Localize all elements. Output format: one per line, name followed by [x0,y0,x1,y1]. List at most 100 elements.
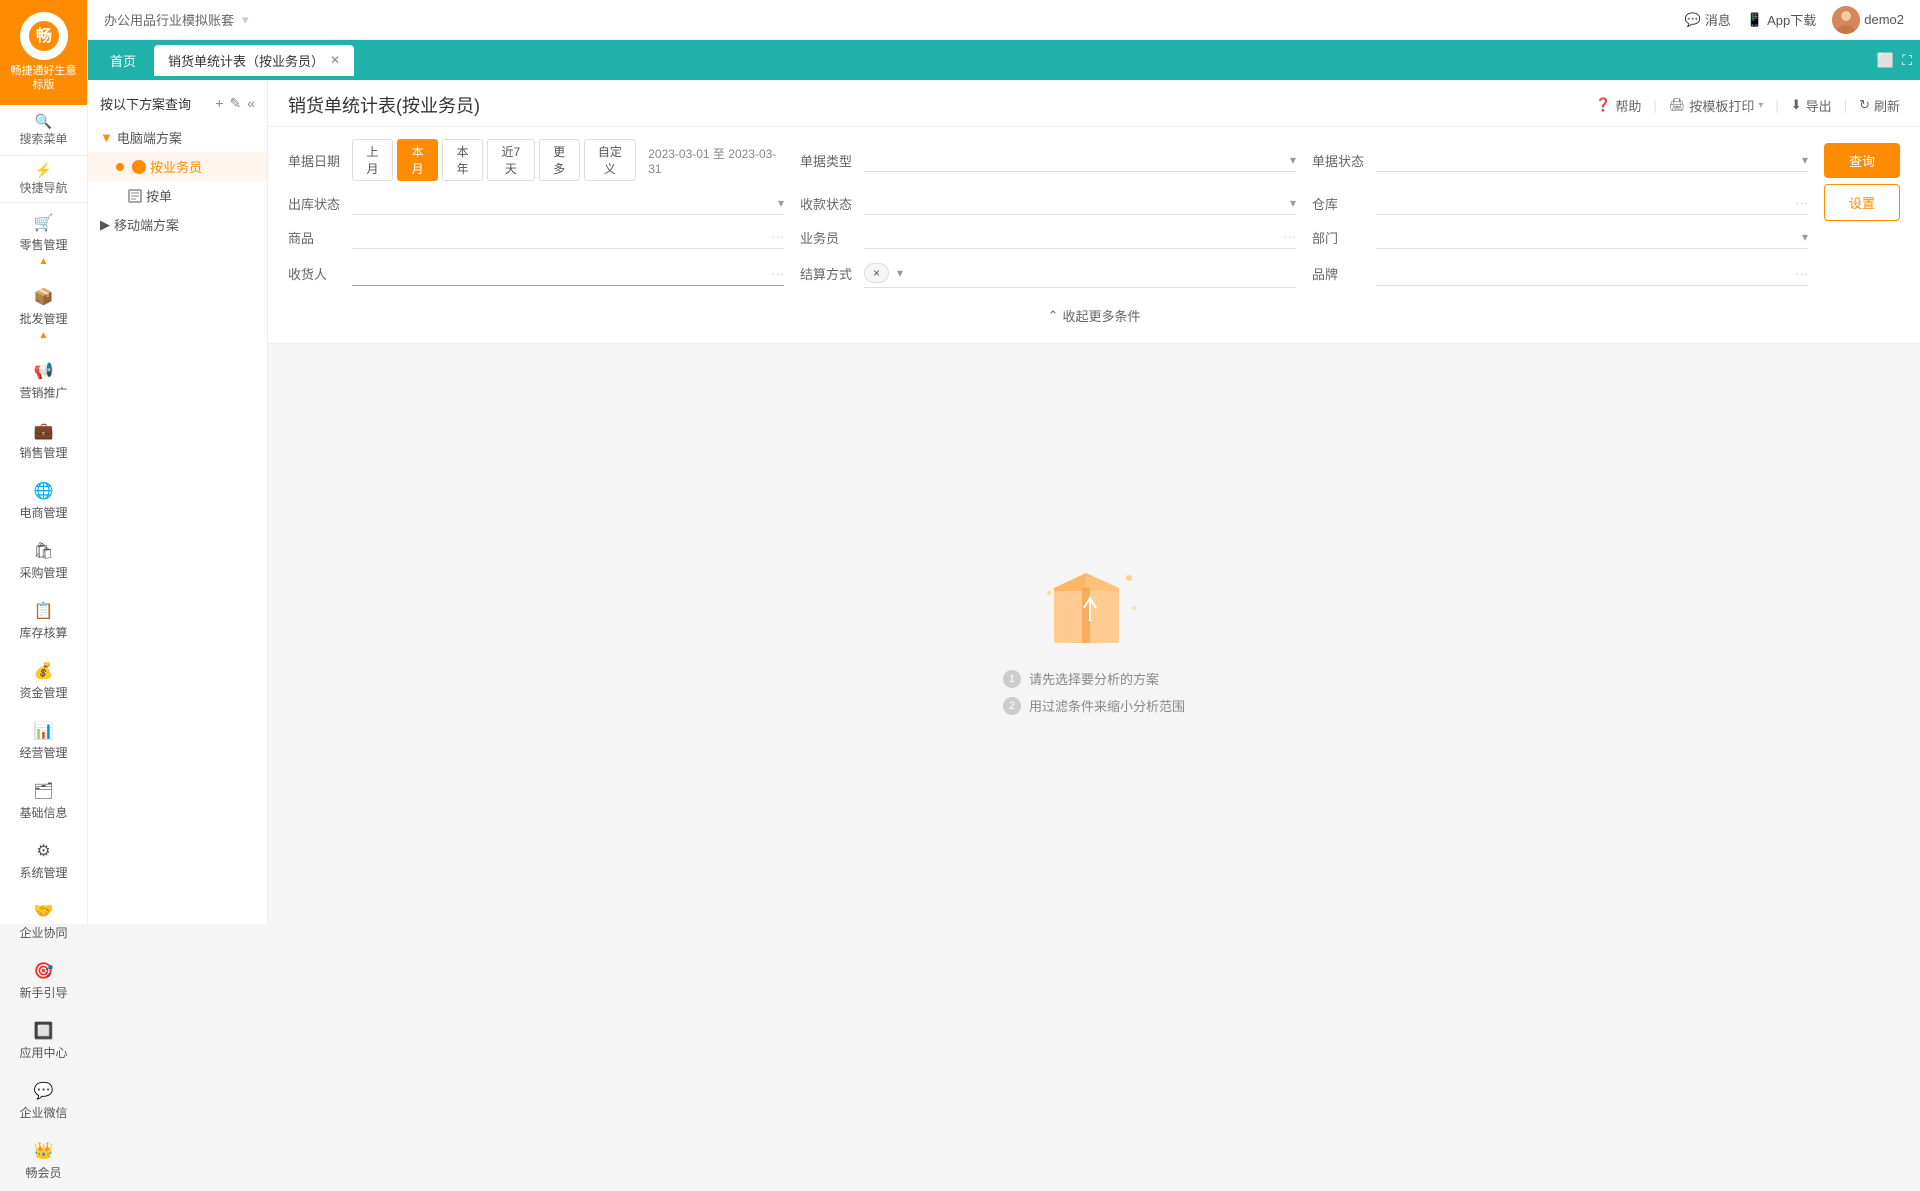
warehouse-input[interactable]: ··· [1376,191,1808,215]
window-expand-btn[interactable]: ⛶ [1902,52,1912,69]
doc-type-label: 单据类型 [800,151,864,170]
collapse-btn[interactable]: ⌃ 收起更多条件 [1032,300,1157,331]
filter-dept-group: 部门 ▾ [1312,226,1808,249]
sidebar-item-apps[interactable]: 🔲 应用中心 [0,1011,87,1071]
tree-order-item[interactable]: 按单 [88,181,267,210]
tree-mobile-section[interactable]: ▶ 移动端方案 [88,210,267,239]
settlement-select[interactable]: × ▾ [864,259,1296,288]
sidebar-quick-nav[interactable]: ⚡ 快捷导航 [0,156,87,203]
scheme-tree: ▼ 电脑端方案 按业务员 按单 ▶ 移动端方案 [88,119,267,243]
add-scheme-btn[interactable]: + [215,95,223,112]
doc-type-select[interactable]: ▾ [864,149,1296,172]
settlement-arrow: ▾ [897,266,903,280]
dept-arrow: ▾ [1802,230,1808,244]
sidebar-item-inventory[interactable]: 📋 库存核算 [0,591,87,651]
help-icon: ❓ [1595,97,1611,113]
doc-status-select[interactable]: ▾ [1376,149,1808,172]
sales-icon: 💼 [34,421,54,441]
warehouse-label: 仓库 [1312,194,1376,213]
brand-label: 品牌 [1312,264,1376,283]
export-icon: ⬇ [1791,97,1802,113]
collapse-panel-btn[interactable]: « [247,95,255,112]
tab-close-btn[interactable]: ✕ [330,53,340,67]
payment-select[interactable]: ▾ [864,192,1296,215]
empty-step-2: 2 用过滤条件来缩小分析范围 [1003,696,1185,715]
tree-mobile-expand-icon: ▶ [100,217,110,233]
filter-top-row: 单据日期 上月 本月 本年 近7天 更多 自定义 2023-03-01 至 20… [288,139,1900,292]
empty-steps: 1 请先选择要分析的方案 2 用过滤条件来缩小分析范围 [1003,669,1185,715]
newbie-icon: 🎯 [34,961,54,981]
date-btn-more[interactable]: 更多 [539,139,580,181]
help-btn[interactable]: ❓ 帮助 [1595,96,1641,115]
print-arrow-icon: ▾ [1758,100,1763,111]
tree-pc-section[interactable]: ▼ 电脑端方案 [88,123,267,152]
page-body: 按以下方案查询 + ✎ « ▼ 电脑端方案 按业务员 [88,80,1920,924]
salesperson-dots: ··· [1283,229,1296,244]
print-icon: 🖨 [1669,97,1686,113]
sidebar-item-newbie[interactable]: 🎯 新手引导 [0,951,87,1011]
date-btn-custom[interactable]: 自定义 [584,139,637,181]
purchase-icon: 🛍 [33,541,53,561]
date-btn-current-year[interactable]: 本年 [442,139,483,181]
filter-stock-group: 出库状态 ▾ [288,192,784,215]
sidebar-search[interactable]: 🔍 搜索菜单 [0,105,87,156]
tree-salesperson-item[interactable]: 按业务员 [88,152,267,181]
sidebar-item-retail[interactable]: 🛒 零售管理 ▲ [0,203,87,277]
date-btn-7days[interactable]: 近7天 [487,139,534,181]
page-actions: ❓ 帮助 | 🖨 按模板打印 ▾ | ⬇ 导出 | [1595,96,1900,115]
tab-sales-stats[interactable]: 销货单统计表（按业务员） ✕ [154,45,354,76]
sidebar-item-wechat[interactable]: 💬 企业微信 [0,1071,87,1131]
sidebar-item-ecommerce[interactable]: 🌐 电商管理 [0,471,87,531]
messages-btn[interactable]: 💬 消息 [1685,10,1731,29]
receiver-input[interactable]: ··· [352,262,784,286]
sidebar-item-sales[interactable]: 💼 销售管理 [0,411,87,471]
sidebar-item-marketing[interactable]: 📢 营销推广 [0,351,87,411]
finance-icon: 💰 [34,661,54,681]
window-controls: ⬜ ⛶ [1877,52,1912,69]
export-btn[interactable]: ⬇ 导出 [1791,96,1832,115]
retail-icon: 🛒 [34,213,54,233]
refresh-btn[interactable]: ↻ 刷新 [1859,96,1900,115]
sidebar-item-purchase[interactable]: 🛍 采购管理 [0,531,87,591]
date-btn-last-month[interactable]: 上月 [352,139,393,181]
salesperson-scheme-label: 按业务员 [150,157,202,176]
sidebar-item-basic[interactable]: 🗂 基础信息 [0,771,87,831]
header-breadcrumb: 办公用品行业模拟账套 ▾ [104,10,249,29]
window-restore-btn[interactable]: ⬜ [1877,52,1894,69]
wechat-icon: 💬 [34,1081,54,1101]
payment-arrow: ▾ [1290,196,1296,210]
date-btn-current-month[interactable]: 本月 [397,139,438,181]
tree-mobile-label: 移动端方案 [114,215,179,234]
sidebar-item-wholesale[interactable]: 📦 批发管理 ▲ [0,277,87,351]
left-panel: 按以下方案查询 + ✎ « ▼ 电脑端方案 按业务员 [88,80,268,924]
stock-select[interactable]: ▾ [352,192,784,215]
salesperson-input[interactable]: ··· [864,225,1296,249]
dept-select[interactable]: ▾ [1376,226,1808,249]
sidebar-item-system[interactable]: ⚙ 系统管理 [0,831,87,891]
tab-home[interactable]: 首页 [96,45,150,76]
print-btn[interactable]: 🖨 按模板打印 ▾ [1669,96,1764,115]
empty-illustration [1034,553,1154,653]
collapse-chevron: ⌃ [1048,308,1059,324]
refresh-icon: ↻ [1859,97,1870,113]
brand-input[interactable]: ··· [1376,262,1808,286]
sidebar-item-member[interactable]: 👑 畅会员 [0,1131,87,1191]
settings-button[interactable]: 设置 [1824,184,1900,221]
sidebar-item-operations[interactable]: 📊 经营管理 [0,711,87,771]
sidebar-item-finance[interactable]: 💰 资金管理 [0,651,87,711]
sales-tab-label: 销货单统计表（按业务员） [168,51,324,70]
breadcrumb-arrow: ▾ [242,12,249,28]
step-2-num: 2 [1003,697,1021,715]
edit-scheme-btn[interactable]: ✎ [229,95,241,112]
query-button[interactable]: 查询 [1824,143,1900,178]
breadcrumb-text: 办公用品行业模拟账套 [104,10,234,29]
goods-label: 商品 [288,228,352,247]
goods-input[interactable]: ··· [352,225,784,249]
settlement-label: 结算方式 [800,264,864,283]
empty-step-1: 1 请先选择要分析的方案 [1003,669,1185,688]
doc-type-arrow: ▾ [1290,153,1296,167]
user-avatar[interactable]: demo2 [1832,6,1904,34]
app-download-btn[interactable]: 📱 App下载 [1747,10,1816,29]
filter-doc-type-group: 单据类型 ▾ [784,149,1312,172]
sidebar-item-enterprise[interactable]: 🤝 企业协同 [0,891,87,951]
